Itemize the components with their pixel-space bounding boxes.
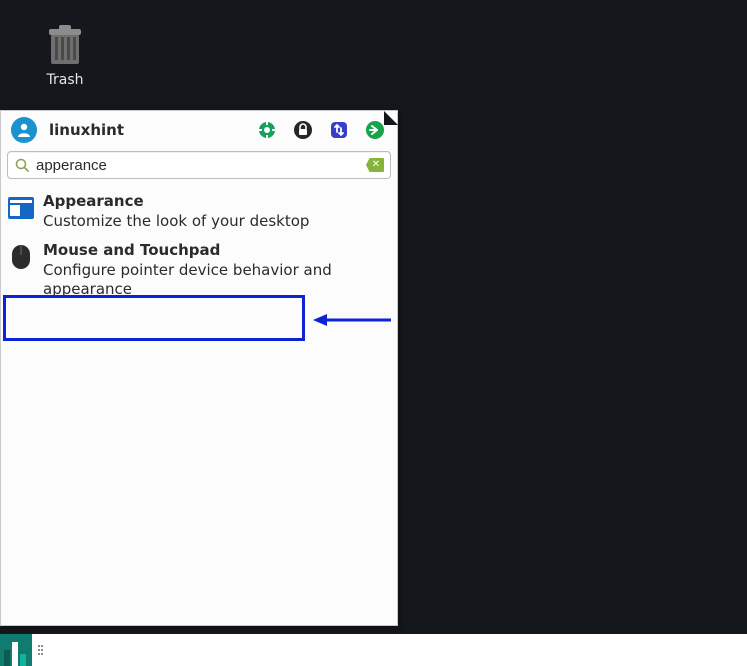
annotation-arrow-icon [313, 311, 393, 329]
search-results: Appearance Customize the look of your de… [1, 185, 397, 305]
logout-icon [365, 120, 385, 140]
desktop: Trash linuxhint [0, 0, 747, 666]
search-box[interactable]: ✕ [7, 151, 391, 179]
result-title: Mouse and Touchpad [43, 241, 389, 261]
taskbar [0, 634, 747, 666]
application-menu: linuxhint [0, 110, 398, 626]
person-icon [16, 122, 32, 138]
settings-button[interactable] [255, 118, 279, 142]
result-title: Appearance [43, 192, 389, 212]
user-avatar-icon[interactable] [11, 117, 37, 143]
trash-icon [45, 24, 85, 68]
lock-button[interactable] [291, 118, 315, 142]
username-label: linuxhint [45, 121, 243, 139]
appearance-icon [7, 194, 35, 222]
search-icon [14, 157, 30, 173]
desktop-icon-trash[interactable]: Trash [30, 24, 100, 88]
result-appearance[interactable]: Appearance Customize the look of your de… [1, 187, 397, 236]
search-input[interactable] [36, 157, 366, 174]
switch-icon [329, 120, 349, 140]
close-icon: ✕ [370, 160, 380, 170]
lock-icon [293, 120, 313, 140]
menu-corner-notch [384, 111, 398, 125]
result-desc: Customize the look of your desktop [43, 212, 389, 232]
taskbar-handle[interactable] [38, 645, 40, 655]
gear-icon [257, 120, 277, 140]
clear-search-button[interactable]: ✕ [366, 158, 384, 172]
switch-user-button[interactable] [327, 118, 351, 142]
result-desc: Configure pointer device behavior and ap… [43, 261, 389, 300]
trash-label: Trash [30, 72, 100, 88]
mouse-icon [7, 243, 35, 271]
result-mouse-touchpad[interactable]: Mouse and Touchpad Configure pointer dev… [1, 236, 397, 305]
menu-header: linuxhint [1, 111, 397, 149]
search-row: ✕ [1, 149, 397, 185]
start-button[interactable] [0, 634, 32, 666]
start-logo-icon [2, 640, 30, 666]
